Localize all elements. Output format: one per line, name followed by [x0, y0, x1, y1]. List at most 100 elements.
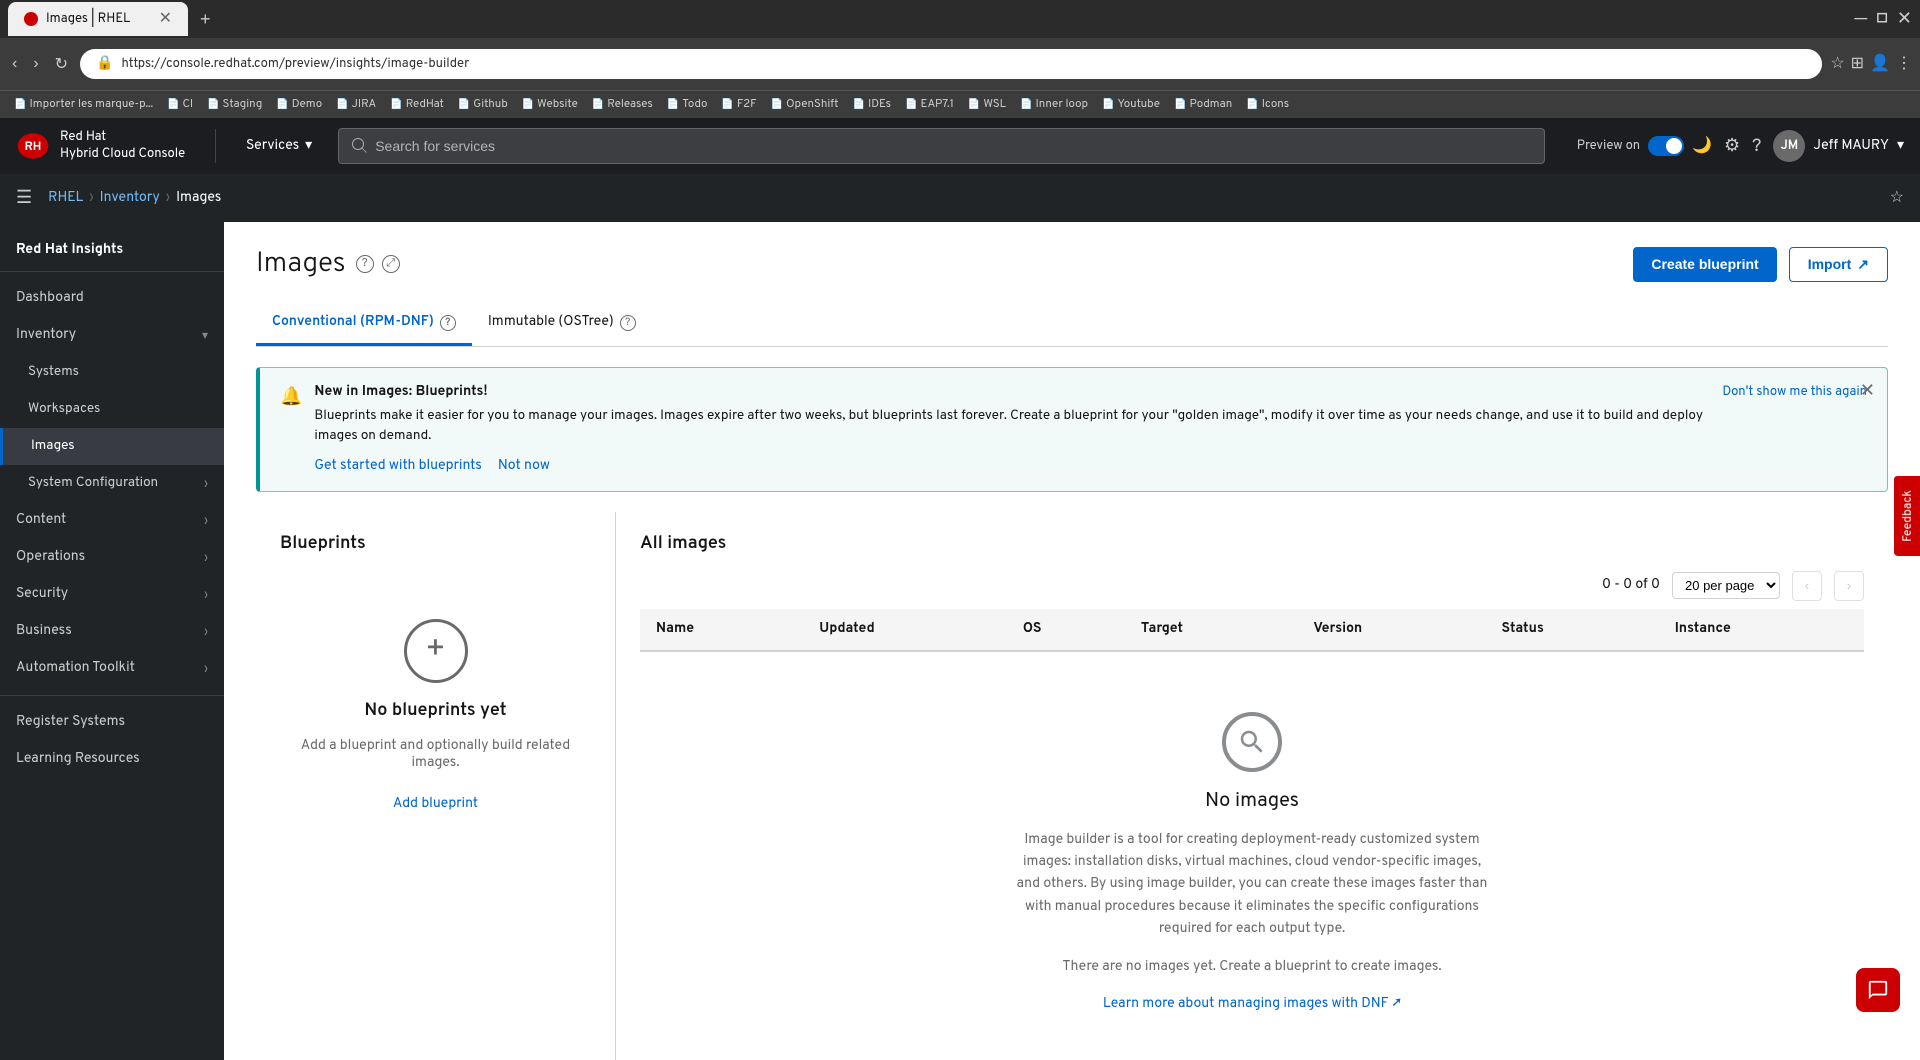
extension-icon[interactable]: ⊞ — [1851, 53, 1864, 75]
tab-close-button[interactable]: ✕ — [159, 8, 172, 30]
browser-tab-active[interactable]: Images | RHEL ✕ — [8, 2, 188, 36]
breadcrumb-icons: ☆ — [1890, 187, 1904, 209]
bookmark-jira[interactable]: 📄JIRA — [330, 96, 382, 114]
star-icon[interactable]: ☆ — [1890, 187, 1904, 209]
bookmark-importer[interactable]: 📄Importer les marque-p... — [8, 96, 159, 114]
user-menu[interactable]: JM Jeff MAURY ▾ — [1773, 130, 1904, 162]
window-close-button[interactable]: ✕ — [1897, 8, 1912, 31]
tab-favicon — [24, 12, 38, 26]
support-widget[interactable] — [1856, 968, 1900, 1012]
browser-nav: ‹ › ↻ 🔒 https://console.redhat.com/previ… — [0, 38, 1920, 90]
not-now-link[interactable]: Not now — [498, 458, 550, 475]
next-page-button[interactable]: › — [1834, 571, 1864, 601]
import-button[interactable]: Import ↗ — [1789, 247, 1888, 282]
alert-close-button[interactable]: ✕ — [1860, 380, 1875, 401]
add-blueprint-link[interactable]: Add blueprint — [393, 796, 478, 813]
user-avatar: JM — [1773, 130, 1805, 162]
alert-body: Blueprints make it easier for you to man… — [314, 407, 1710, 448]
no-images-cta: There are no images yet. Create a bluepr… — [1062, 957, 1441, 979]
dismiss-link[interactable]: Don't show me this again — [1722, 384, 1867, 400]
reload-button[interactable]: ↻ — [51, 50, 72, 78]
main-layout: Red Hat Insights Dashboard Inventory ▾ S… — [0, 222, 1920, 1060]
bookmark-innerloop[interactable]: 📄Inner loop — [1014, 96, 1094, 114]
tab-immutable-help-icon[interactable]: ? — [620, 315, 636, 331]
back-button[interactable]: ‹ — [8, 51, 21, 77]
bookmark-website[interactable]: 📄Website — [516, 96, 584, 114]
bookmark-releases[interactable]: 📄Releases — [586, 96, 659, 114]
sidebar-app-title: Red Hat Insights — [0, 230, 224, 263]
bookmark-ci[interactable]: 📄CI — [161, 96, 199, 114]
bookmark-demo[interactable]: 📄Demo — [270, 96, 328, 114]
sidebar-item-content[interactable]: Content › — [0, 502, 224, 539]
window-minimize-button[interactable]: ─ — [1854, 8, 1867, 31]
bookmark-redhat[interactable]: 📄RedHat — [384, 96, 450, 114]
lock-icon: 🔒 — [96, 55, 113, 73]
forward-button[interactable]: › — [29, 51, 42, 77]
bookmark-openshift[interactable]: 📄OpenShift — [765, 96, 845, 114]
sidebar-item-workspaces[interactable]: Workspaces — [0, 391, 224, 428]
bookmark-todo[interactable]: 📄Todo — [661, 96, 714, 114]
help-circle-icon[interactable]: ? — [356, 255, 374, 273]
info-circle-icon[interactable]: ⤢ — [382, 255, 400, 273]
sidebar-item-register-systems[interactable]: Register Systems — [0, 704, 224, 741]
bookmark-wsl[interactable]: 📄WSL — [962, 96, 1012, 114]
preview-switch[interactable] — [1648, 136, 1684, 156]
inventory-chevron-icon: ▾ — [202, 328, 208, 344]
search-bar[interactable] — [338, 128, 1545, 164]
help-icon[interactable]: ? — [1752, 135, 1761, 158]
sidebar-item-operations[interactable]: Operations › — [0, 539, 224, 576]
bookmark-youtube[interactable]: 📄Youtube — [1096, 96, 1166, 114]
new-tab-button[interactable]: + — [192, 9, 219, 30]
breadcrumb-rhel[interactable]: RHEL — [48, 190, 83, 207]
window-maximize-button[interactable]: □ — [1875, 8, 1889, 31]
table-header-row: Name Updated OS Target Version Status In… — [640, 609, 1864, 651]
tab-conventional-help-icon[interactable]: ? — [440, 315, 456, 331]
bookmark-f2f[interactable]: 📄F2F — [715, 96, 762, 114]
url-bar[interactable]: 🔒 https://console.redhat.com/preview/ins… — [80, 49, 1822, 79]
create-blueprint-button[interactable]: Create blueprint — [1633, 247, 1776, 282]
pagination-select[interactable]: 20 per page 50 per page — [1672, 572, 1780, 599]
user-chevron-icon: ▾ — [1897, 137, 1904, 155]
no-images-description: Image builder is a tool for creating dep… — [1012, 830, 1492, 942]
settings-icon[interactable]: ⚙ — [1724, 135, 1740, 158]
sidebar-item-inventory[interactable]: Inventory ▾ — [0, 317, 224, 354]
feedback-button[interactable]: Feedback — [1894, 476, 1920, 556]
get-started-link[interactable]: Get started with blueprints — [314, 458, 481, 475]
search-input[interactable] — [375, 138, 1532, 154]
import-icon: ↗ — [1857, 256, 1869, 273]
bookmark-eap[interactable]: 📄EAP7.1 — [899, 96, 960, 114]
sidebar-item-learning-resources[interactable]: Learning Resources — [0, 741, 224, 778]
bookmark-github[interactable]: 📄Github — [452, 96, 514, 114]
breadcrumb-sep-1: › — [89, 190, 93, 207]
bookmark-ides[interactable]: 📄IDEs — [847, 96, 898, 114]
tab-immutable[interactable]: Immutable (OSTree) ? — [472, 302, 652, 346]
profile-icon[interactable]: 👤 — [1870, 53, 1890, 75]
bookmark-staging[interactable]: 📄Staging — [201, 96, 268, 114]
sidebar-item-business[interactable]: Business › — [0, 613, 224, 650]
sidebar-item-dashboard[interactable]: Dashboard — [0, 280, 224, 317]
breadcrumb-inventory[interactable]: Inventory — [100, 190, 160, 207]
images-panel: All images 0 - 0 of 0 20 per page 50 per… — [616, 512, 1888, 1060]
services-button[interactable]: Services ▾ — [236, 131, 322, 161]
sidebar-item-images[interactable]: Images — [0, 428, 224, 465]
tab-conventional[interactable]: Conventional (RPM-DNF) ? — [256, 302, 472, 346]
col-target: Target — [1125, 609, 1298, 651]
page-title-area: Images ? ⤢ — [256, 246, 400, 282]
all-images-title: All images — [640, 532, 1864, 555]
bookmark-podman[interactable]: 📄Podman — [1168, 96, 1238, 114]
bookmark-icon[interactable]: ☆ — [1830, 53, 1844, 75]
top-nav: RH Red Hat Hybrid Cloud Console Services… — [0, 118, 1920, 174]
learn-more-link[interactable]: Learn more about managing images with DN… — [1103, 996, 1401, 1013]
hamburger-icon[interactable]: ☰ — [16, 187, 32, 210]
sidebar-item-automation-toolkit[interactable]: Automation Toolkit › — [0, 650, 224, 687]
add-blueprint-icon[interactable]: + — [404, 619, 468, 683]
bookmark-icons[interactable]: 📄Icons — [1240, 96, 1295, 114]
sidebar-item-system-configuration[interactable]: System Configuration › — [0, 465, 224, 502]
sidebar-item-security[interactable]: Security › — [0, 576, 224, 613]
col-version: Version — [1297, 609, 1485, 651]
col-instance: Instance — [1659, 609, 1864, 651]
sidebar-item-systems[interactable]: Systems — [0, 354, 224, 391]
prev-page-button[interactable]: ‹ — [1792, 571, 1822, 601]
menu-icon[interactable]: ⋮ — [1896, 53, 1912, 75]
tab-bar: Conventional (RPM-DNF) ? Immutable (OSTr… — [256, 302, 1888, 347]
